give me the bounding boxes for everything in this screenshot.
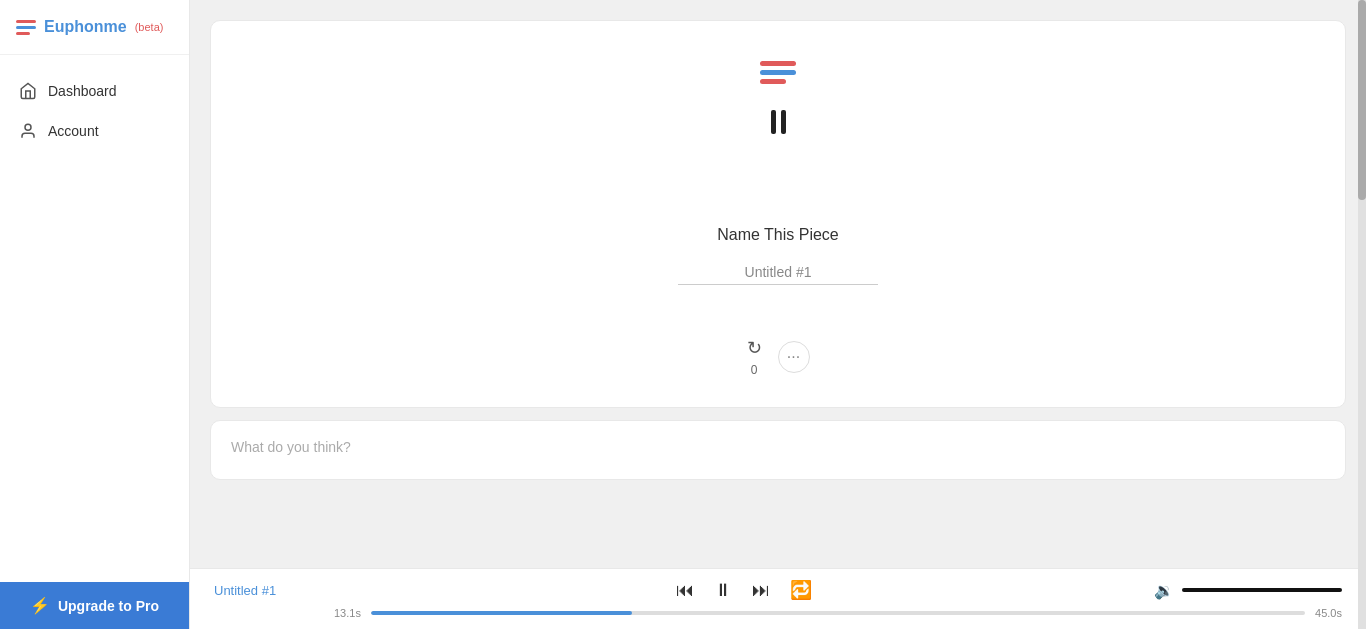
sidebar-nav: Dashboard Account — [0, 55, 189, 582]
pause-icon-player: ⏸ — [714, 580, 732, 601]
repeat-count: 0 — [751, 363, 758, 377]
app-name: Euphonme — [44, 18, 127, 36]
volume-area: 🔉 — [1154, 581, 1342, 600]
upgrade-label: Upgrade to Pro — [58, 598, 159, 614]
sidebar-item-dashboard[interactable]: Dashboard — [0, 71, 189, 111]
player-title-text: Untitled — [214, 583, 262, 598]
dots-icon: ··· — [787, 348, 800, 366]
sidebar-item-label-dashboard: Dashboard — [48, 83, 117, 99]
card-name-this-piece-label: Name This Piece — [717, 226, 839, 244]
total-time: 45.0s — [1315, 607, 1342, 619]
progress-track[interactable] — [371, 611, 1305, 615]
logo-bar-blue — [16, 26, 36, 29]
player-track-title: Untitled #1 — [214, 583, 334, 598]
logo-bar-red-1 — [16, 20, 36, 23]
sidebar-item-account[interactable]: Account — [0, 111, 189, 151]
repeat-icon: ↻ — [747, 337, 762, 359]
repeat-button[interactable]: ↻ 0 — [747, 337, 762, 377]
app-badge: (beta) — [135, 21, 164, 33]
volume-icon: 🔉 — [1154, 581, 1174, 600]
rewind-icon: ⏮ — [676, 580, 694, 601]
fast-forward-icon: ⏭ — [752, 580, 770, 601]
pause-bar-right — [781, 110, 786, 134]
svg-point-0 — [25, 124, 31, 130]
scrollbar-thumb[interactable] — [1358, 0, 1366, 200]
card-logo-bar-red-1 — [760, 61, 796, 66]
music-card: Name This Piece ↻ 0 ··· — [210, 20, 1346, 408]
logo-icon — [16, 20, 36, 35]
upgrade-to-pro-button[interactable]: ⚡ Upgrade to Pro — [0, 582, 189, 629]
loop-button[interactable]: 🔁 — [790, 579, 812, 601]
user-icon — [18, 121, 38, 141]
card-logo-bar-blue — [760, 70, 796, 75]
card-actions: ↻ 0 ··· — [747, 337, 810, 377]
logo-bar-red-2 — [16, 32, 30, 35]
logo-area: Euphonme (beta) — [0, 0, 189, 55]
rewind-button[interactable]: ⏮ — [676, 580, 694, 601]
card-logo — [760, 61, 796, 84]
player-progress-row: 13.1s 45.0s — [334, 607, 1342, 619]
player-controls: Untitled #1 ⏮ ⏸ ⏭ 🔁 — [214, 579, 1342, 601]
pause-bar-left — [771, 110, 776, 134]
comment-placeholder: What do you think? — [231, 439, 351, 455]
fast-forward-button[interactable]: ⏭ — [752, 580, 770, 601]
player-track-number: #1 — [262, 583, 276, 598]
card-logo-bar-red-2 — [760, 79, 786, 84]
loop-icon: 🔁 — [790, 579, 812, 601]
sidebar: Euphonme (beta) Dashboard — [0, 0, 190, 629]
main-content: Name This Piece ↻ 0 ··· What do you thin… — [190, 0, 1366, 568]
lightning-icon: ⚡ — [30, 596, 50, 615]
piece-name-input[interactable] — [678, 260, 878, 285]
controls-center: ⏮ ⏸ ⏭ 🔁 — [676, 579, 812, 601]
pause-button[interactable]: ⏸ — [714, 580, 732, 601]
volume-slider[interactable] — [1182, 588, 1342, 592]
pause-icon — [771, 110, 786, 134]
more-options-button[interactable]: ··· — [778, 341, 810, 373]
sidebar-item-label-account: Account — [48, 123, 99, 139]
home-icon — [18, 81, 38, 101]
comment-box[interactable]: What do you think? — [210, 420, 1346, 480]
current-time: 13.1s — [334, 607, 361, 619]
scrollbar-track[interactable] — [1358, 0, 1366, 629]
progress-fill — [371, 611, 633, 615]
player-bar: Untitled #1 ⏮ ⏸ ⏭ 🔁 — [190, 568, 1366, 629]
